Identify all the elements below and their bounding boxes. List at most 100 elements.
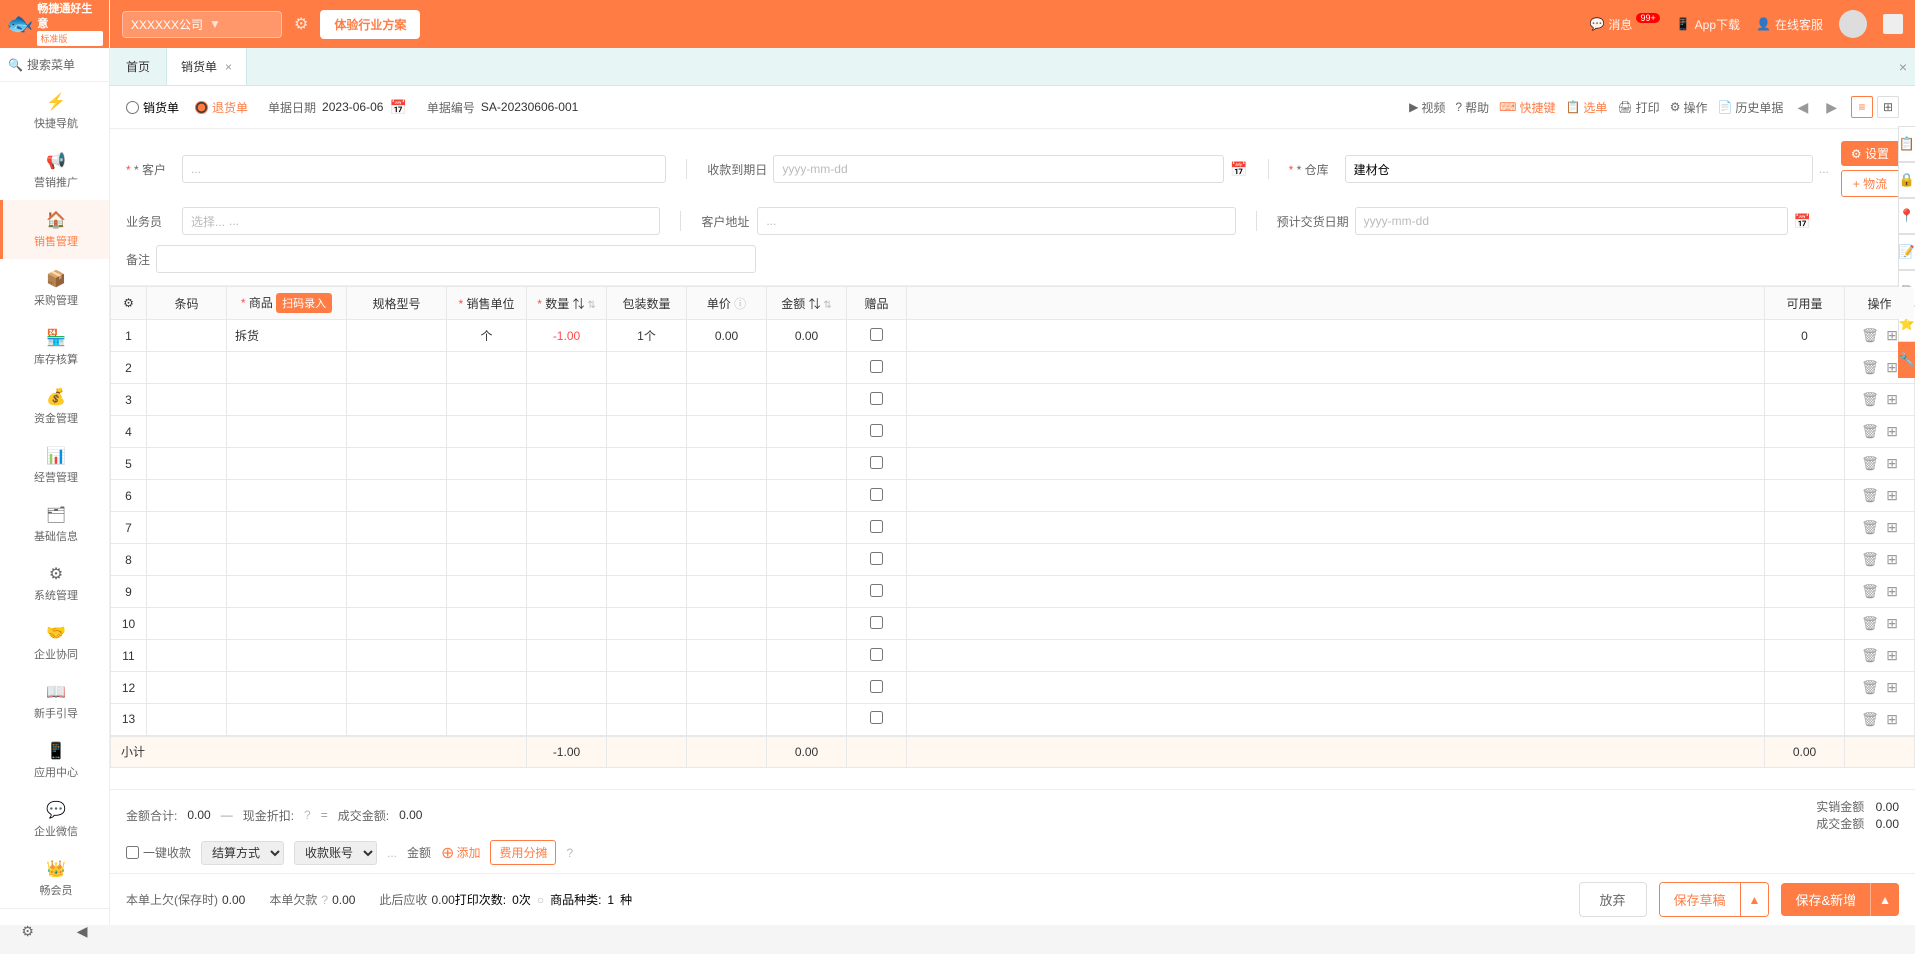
cell-gift-7[interactable] — [847, 512, 907, 544]
sidebar-settings-btn[interactable]: ⚙ — [17, 917, 38, 946]
cell-spec-5[interactable] — [347, 448, 447, 480]
cell-product-8[interactable] — [227, 544, 347, 576]
salesperson-input[interactable]: 选择... ... — [182, 207, 660, 235]
cell-product-4[interactable] — [227, 416, 347, 448]
delete-icon-4[interactable]: 🗑 — [1861, 423, 1879, 439]
add-payment-button[interactable]: ⊕ 添加 — [441, 843, 480, 863]
sidebar-item-sales[interactable]: 🏠 销售管理 — [0, 200, 109, 259]
cell-pkgqty-7[interactable] — [607, 512, 687, 544]
delete-icon-7[interactable]: 🗑 — [1861, 519, 1879, 535]
gift-checkbox-8[interactable] — [870, 552, 883, 565]
th-amount[interactable]: 金额 ⇅ — [767, 287, 847, 320]
customer-input[interactable]: ... — [182, 155, 666, 183]
cell-pkgqty-13[interactable] — [607, 704, 687, 736]
warehouse-input[interactable]: 建材仓 — [1345, 155, 1813, 183]
history-action[interactable]: 📄 历史单据 — [1717, 99, 1783, 116]
cell-barcode-7[interactable] — [147, 512, 227, 544]
experience-button[interactable]: 体验行业方案 — [320, 10, 420, 39]
cell-barcode-6[interactable] — [147, 480, 227, 512]
cell-gift-2[interactable] — [847, 352, 907, 384]
cell-gift-13[interactable] — [847, 704, 907, 736]
cell-amount-10[interactable] — [767, 608, 847, 640]
cell-price-2[interactable] — [687, 352, 767, 384]
cell-barcode-13[interactable] — [147, 704, 227, 736]
cell-barcode-9[interactable] — [147, 576, 227, 608]
app-download-button[interactable]: 📱 App下载 — [1676, 16, 1740, 33]
cell-qty-2[interactable] — [527, 352, 607, 384]
cell-pkgqty-11[interactable] — [607, 640, 687, 672]
scan-barcode-button[interactable]: 扫码录入 — [276, 293, 332, 313]
price-info-icon[interactable]: ⓘ — [734, 297, 746, 311]
cell-gift-8[interactable] — [847, 544, 907, 576]
cell-pkgqty-4[interactable] — [607, 416, 687, 448]
cell-amount-4[interactable] — [767, 416, 847, 448]
th-settings[interactable]: ⚙ — [111, 287, 147, 320]
cell-unit-6[interactable] — [447, 480, 527, 512]
discard-button[interactable]: 放弃 — [1579, 882, 1647, 917]
tab-sales-order[interactable]: 销货单 × — [166, 48, 247, 85]
copy-icon-5[interactable]: ⊞ — [1886, 455, 1898, 471]
payment-method-select[interactable]: 结算方式 — [201, 841, 284, 865]
cell-amount-5[interactable] — [767, 448, 847, 480]
account-select[interactable]: 收款账号 — [294, 841, 377, 865]
cell-unit-10[interactable] — [447, 608, 527, 640]
cell-pkgqty-5[interactable] — [607, 448, 687, 480]
delete-icon-13[interactable]: 🗑 — [1861, 711, 1879, 727]
cell-pkgqty-12[interactable] — [607, 672, 687, 704]
select-action[interactable]: 📋 选单 — [1565, 99, 1607, 116]
gift-checkbox-13[interactable] — [870, 711, 883, 724]
gift-checkbox-4[interactable] — [870, 424, 883, 437]
cell-product-5[interactable] — [227, 448, 347, 480]
grid-view-button[interactable]: ⊞ — [1877, 96, 1899, 118]
cell-qty-9[interactable] — [527, 576, 607, 608]
tab-home[interactable]: 首页 — [110, 48, 166, 85]
cell-amount-11[interactable] — [767, 640, 847, 672]
gift-checkbox-1[interactable] — [870, 328, 883, 341]
cell-gift-11[interactable] — [847, 640, 907, 672]
payment-due-calendar-icon[interactable]: 📅 — [1230, 161, 1247, 178]
cell-spec-13[interactable] — [347, 704, 447, 736]
gift-checkbox-6[interactable] — [870, 488, 883, 501]
nav-next-button[interactable]: ▶ — [1822, 97, 1841, 118]
cell-barcode-1[interactable] — [147, 320, 227, 352]
copy-icon-6[interactable]: ⊞ — [1886, 487, 1898, 503]
sidebar-item-finance[interactable]: 💰 资金管理 — [0, 377, 109, 436]
num-value[interactable]: SA-20230606-001 — [481, 100, 578, 114]
cell-spec-7[interactable] — [347, 512, 447, 544]
cell-amount-7[interactable] — [767, 512, 847, 544]
save-new-button[interactable]: 保存&新增 — [1781, 883, 1870, 916]
tab-close-button[interactable]: × — [225, 60, 232, 74]
cell-price-5[interactable] — [687, 448, 767, 480]
gift-checkbox-3[interactable] — [870, 392, 883, 405]
message-button[interactable]: 💬 消息 99+ — [1589, 16, 1659, 33]
cell-unit-1[interactable]: 个 — [447, 320, 527, 352]
cell-product-9[interactable] — [227, 576, 347, 608]
payment-due-input[interactable]: yyyy-mm-dd — [773, 155, 1224, 183]
cell-amount-8[interactable] — [767, 544, 847, 576]
delete-icon-8[interactable]: 🗑 — [1861, 551, 1879, 567]
cell-spec-2[interactable] — [347, 352, 447, 384]
delete-icon-12[interactable]: 🗑 — [1861, 679, 1879, 695]
side-panel-btn-2[interactable]: 🔒 — [1898, 162, 1915, 198]
cell-amount-13[interactable] — [767, 704, 847, 736]
copy-icon-4[interactable]: ⊞ — [1886, 423, 1898, 439]
logistics-button[interactable]: + 物流 — [1841, 170, 1899, 197]
list-view-button[interactable]: ≡ — [1851, 96, 1873, 118]
cell-amount-12[interactable] — [767, 672, 847, 704]
delete-icon-1[interactable]: 🗑 — [1861, 327, 1879, 343]
cell-unit-13[interactable] — [447, 704, 527, 736]
cell-amount-1[interactable]: 0.00 — [767, 320, 847, 352]
cell-unit-3[interactable] — [447, 384, 527, 416]
company-selector[interactable]: XXXXXX公司 ▼ — [122, 11, 282, 38]
delete-icon-9[interactable]: 🗑 — [1861, 583, 1879, 599]
help-action[interactable]: ? 帮助 — [1455, 99, 1489, 116]
cell-amount-9[interactable] — [767, 576, 847, 608]
side-panel-btn-3[interactable]: 📍 — [1898, 198, 1915, 234]
date-calendar-icon[interactable]: 📅 — [389, 99, 406, 116]
expected-delivery-input[interactable]: yyyy-mm-dd — [1355, 207, 1788, 235]
cell-gift-4[interactable] — [847, 416, 907, 448]
sidebar-item-operations[interactable]: 📊 经营管理 — [0, 436, 109, 495]
sidebar-item-guide[interactable]: 📖 新手引导 — [0, 672, 109, 731]
cell-amount-2[interactable] — [767, 352, 847, 384]
cell-unit-2[interactable] — [447, 352, 527, 384]
